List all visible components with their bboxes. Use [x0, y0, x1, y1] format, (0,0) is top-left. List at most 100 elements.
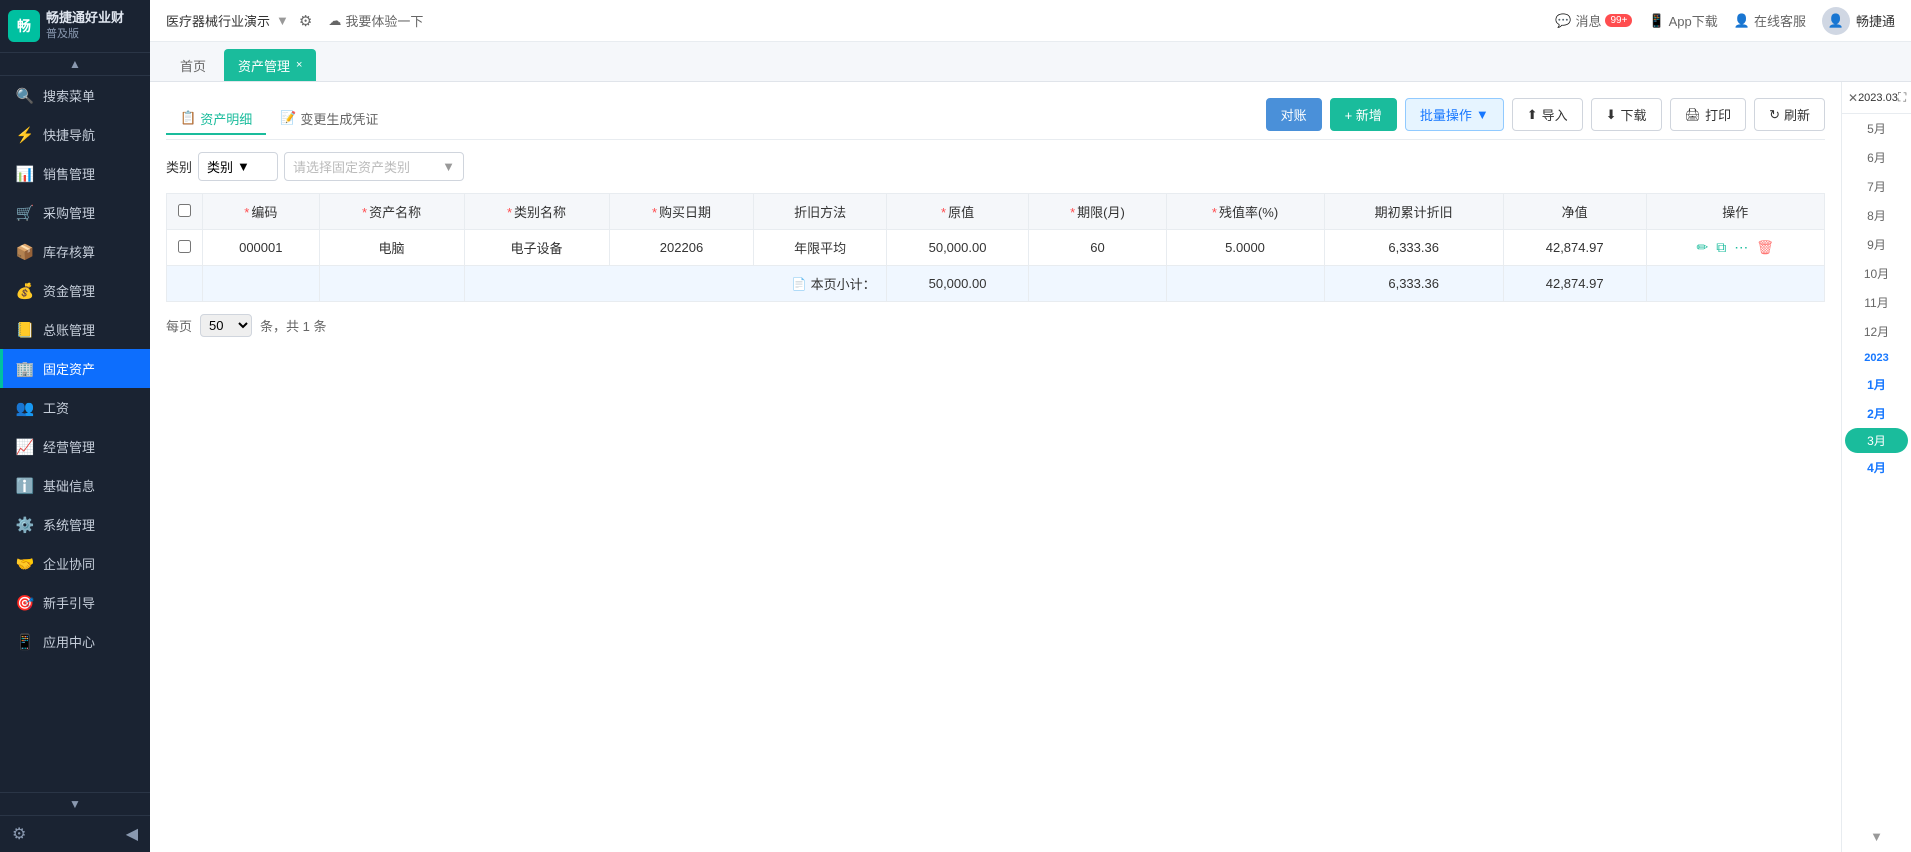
fixed-assets-icon: 🏢 — [15, 360, 35, 378]
sub-tabs: 📋 资产明细 📝 变更生成凭证 对账 + 新增 批量操作 ▼ ⬆ — [166, 98, 1825, 140]
guide-icon: 🎯 — [15, 594, 35, 612]
tab-home[interactable]: 首页 — [166, 49, 220, 81]
sidebar-item-label: 快捷导航 — [43, 125, 95, 144]
sidebar-item-general-ledger[interactable]: 📒 总账管理 — [0, 310, 150, 349]
operations-icon: 📈 — [15, 438, 35, 456]
sub-tab-asset-detail[interactable]: 📋 资产明细 — [166, 103, 266, 135]
category-type-select[interactable]: 请选择固定资产类别 ▼ — [284, 152, 464, 181]
more-icon[interactable]: ⋯ — [1734, 239, 1748, 256]
avatar-icon: 👤 — [1828, 13, 1844, 29]
sidebar-item-guide[interactable]: 🎯 新手引导 — [0, 583, 150, 622]
feedback-button[interactable]: ☁ 我要体验一下 — [328, 11, 423, 30]
month-6[interactable]: 6月 — [1842, 143, 1911, 172]
col-accumulated-depreciation: 期初累计折旧 — [1324, 194, 1503, 230]
download-icon: ⬇ — [1606, 107, 1617, 123]
row-select-checkbox[interactable] — [178, 240, 191, 253]
sidebar-item-inventory[interactable]: 📦 库存核算 — [0, 232, 150, 271]
sidebar-item-app-center[interactable]: 📱 应用中心 — [0, 622, 150, 661]
month-4[interactable]: 4月 — [1842, 453, 1911, 482]
inventory-icon: 📦 — [15, 243, 35, 261]
sidebar-item-fixed-assets[interactable]: 🏢 固定资产 — [0, 349, 150, 388]
sidebar-scroll-down[interactable]: ▼ — [69, 797, 81, 811]
cell-name: 电脑 — [319, 230, 464, 266]
month-10[interactable]: 10月 — [1842, 259, 1911, 288]
category-chevron-icon: ▼ — [237, 159, 250, 174]
settings-icon[interactable]: ⚙ — [12, 824, 26, 844]
company-selector[interactable]: 医疗器械行业演示 ▼ — [166, 11, 289, 30]
tab-asset-mgmt[interactable]: 资产管理 × — [224, 49, 316, 81]
panel-bottom-down-icon[interactable]: ▼ — [1862, 821, 1891, 852]
message-icon: 💬 — [1555, 13, 1571, 29]
fund-icon: 💰 — [15, 282, 35, 300]
month-8[interactable]: 8月 — [1842, 201, 1911, 230]
copy-icon[interactable]: ⧉ — [1716, 239, 1726, 256]
panel-expand-icon[interactable]: ⛶ — [1898, 90, 1906, 105]
batch-operations-button[interactable]: 批量操作 ▼ — [1405, 98, 1504, 131]
sidebar-item-cooperation[interactable]: 🤝 企业协同 — [0, 544, 150, 583]
app-name: 畅捷通好业财 — [46, 10, 124, 27]
month-9[interactable]: 9月 — [1842, 230, 1911, 259]
app-download-button[interactable]: 📱 App下载 — [1648, 11, 1717, 30]
ledger-icon: 📒 — [15, 321, 35, 339]
month-11[interactable]: 11月 — [1842, 288, 1911, 317]
support-icon: 👤 — [1734, 13, 1750, 29]
cell-period: 60 — [1029, 230, 1166, 266]
app-version: 普及版 — [46, 27, 124, 41]
select-all-checkbox[interactable] — [178, 204, 191, 217]
messages-label: 消息 — [1575, 11, 1601, 30]
page-size-select[interactable]: 50 100 200 — [200, 314, 252, 337]
tab-asset-mgmt-label: 资产管理 — [238, 56, 290, 75]
month-7[interactable]: 7月 — [1842, 172, 1911, 201]
category-select-label: 类别 — [207, 157, 233, 176]
sidebar: 畅 畅捷通好业财 普及版 ▲ 🔍 搜索菜单 ⚡ 快捷导航 📊 销售管理 🛒 采购… — [0, 0, 150, 852]
delete-icon[interactable]: 🗑 — [1756, 239, 1774, 256]
edit-icon[interactable]: ✏ — [1697, 239, 1709, 256]
right-panel: ✕ 2023.03 ⛶ 5月 6月 7月 8月 9月 10月 11月 12月 2… — [1841, 82, 1911, 852]
month-2[interactable]: 2月 — [1842, 399, 1911, 428]
collapse-sidebar-icon[interactable]: ◀ — [126, 824, 138, 844]
sidebar-item-label: 系统管理 — [43, 515, 95, 534]
tab-close-icon[interactable]: × — [296, 59, 302, 71]
col-residual-rate: *残值率(%) — [1166, 194, 1324, 230]
import-button[interactable]: ⬆ 导入 — [1512, 98, 1583, 131]
refresh-button[interactable]: ↻ 刷新 — [1754, 98, 1825, 131]
month-5[interactable]: 5月 — [1842, 114, 1911, 143]
sidebar-scroll-up[interactable]: ▲ — [69, 57, 81, 71]
print-label: 打印 — [1705, 105, 1731, 124]
panel-year-label: 2023.03 — [1858, 92, 1898, 104]
reconcile-button[interactable]: 对账 — [1266, 98, 1322, 131]
checkbox-header — [167, 194, 203, 230]
messages-button[interactable]: 💬 消息 99+ — [1555, 11, 1632, 30]
sidebar-item-system[interactable]: ⚙️ 系统管理 — [0, 505, 150, 544]
sidebar-item-purchase[interactable]: 🛒 采购管理 — [0, 193, 150, 232]
sidebar-item-sales[interactable]: 📊 销售管理 — [0, 154, 150, 193]
tabbar: 首页 资产管理 × — [150, 42, 1911, 82]
pagination: 每页 50 100 200 条，共 1 条 — [166, 302, 1825, 337]
month-1[interactable]: 1月 — [1842, 370, 1911, 399]
system-icon: ⚙️ — [15, 516, 35, 534]
month-12[interactable]: 12月 — [1842, 317, 1911, 346]
print-button[interactable]: 🖨 打印 — [1670, 98, 1747, 131]
col-net-value: 净值 — [1503, 194, 1646, 230]
online-support-button[interactable]: 👤 在线客服 — [1734, 11, 1806, 30]
new-button[interactable]: + 新增 — [1330, 98, 1397, 131]
page-size-label: 每页 — [166, 316, 192, 335]
settings-gear-icon[interactable]: ⚙ — [299, 12, 312, 30]
messages-badge: 99+ — [1605, 14, 1632, 27]
category-select[interactable]: 类别 ▼ — [198, 152, 278, 181]
sidebar-item-quick-nav[interactable]: ⚡ 快捷导航 — [0, 115, 150, 154]
sidebar-item-basic-info[interactable]: ℹ️ 基础信息 — [0, 466, 150, 505]
download-button[interactable]: ⬇ 下载 — [1591, 98, 1662, 131]
sidebar-item-payroll[interactable]: 👥 工资 — [0, 388, 150, 427]
month-3-active[interactable]: 3月 — [1845, 428, 1907, 453]
panel-months: 5月 6月 7月 8月 9月 10月 11月 12月 2023 1月 2月 3月… — [1842, 114, 1911, 821]
panel-close-icon[interactable]: ✕ — [1848, 91, 1858, 105]
sidebar-item-label: 经营管理 — [43, 437, 95, 456]
sub-tab-change-voucher[interactable]: 📝 变更生成凭证 — [266, 103, 392, 135]
sidebar-item-operations[interactable]: 📈 经营管理 — [0, 427, 150, 466]
subtotal-label: 本页小计： — [811, 274, 876, 293]
row-checkbox — [167, 230, 203, 266]
sidebar-item-search[interactable]: 🔍 搜索菜单 — [0, 76, 150, 115]
page-content: 📋 资产明细 📝 变更生成凭证 对账 + 新增 批量操作 ▼ ⬆ — [150, 82, 1841, 852]
sidebar-item-fund[interactable]: 💰 资金管理 — [0, 271, 150, 310]
